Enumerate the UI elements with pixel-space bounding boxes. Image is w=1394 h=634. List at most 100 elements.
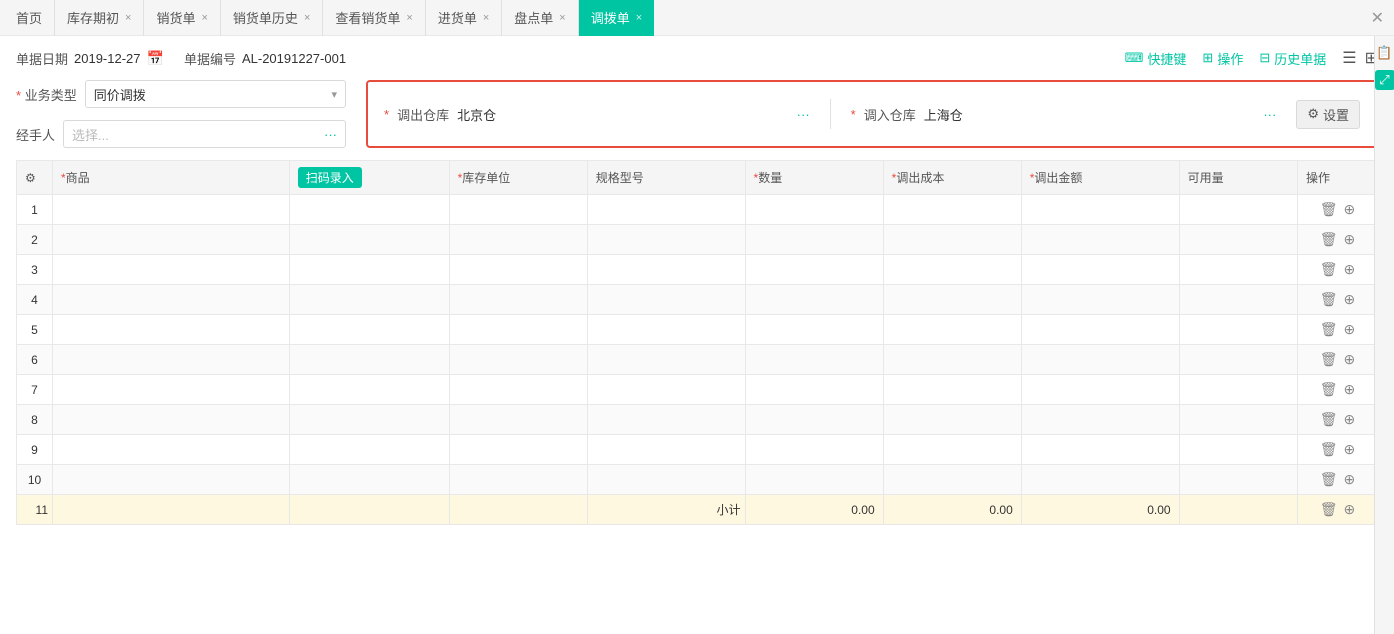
operation-btn[interactable]: ⊞ 操作: [1202, 49, 1243, 68]
delete-icon[interactable]: 🗑: [1320, 501, 1338, 518]
close-sales-history[interactable]: ×: [304, 12, 310, 24]
row-unit[interactable]: [449, 255, 587, 285]
copy-icon[interactable]: ⊕: [1344, 441, 1356, 458]
row-spec[interactable]: [587, 435, 745, 465]
calendar-icon[interactable]: 📅: [147, 50, 164, 67]
delete-icon[interactable]: 🗑: [1320, 321, 1338, 338]
row-spec[interactable]: [587, 315, 745, 345]
row-cost[interactable]: [883, 435, 1021, 465]
tab-inventory-check[interactable]: 盘点单 ×: [502, 0, 578, 36]
row-amount[interactable]: [1021, 345, 1179, 375]
row-product[interactable]: [53, 195, 290, 225]
row-amount[interactable]: [1021, 315, 1179, 345]
copy-icon[interactable]: ⊕: [1344, 351, 1356, 368]
row-spec[interactable]: [587, 225, 745, 255]
copy-icon[interactable]: ⊕: [1344, 261, 1356, 278]
row-product[interactable]: [53, 375, 290, 405]
row-amount[interactable]: [1021, 255, 1179, 285]
close-inventory-init[interactable]: ×: [125, 12, 131, 24]
tab-sales-order[interactable]: 销货单 ×: [144, 0, 220, 36]
settings-button[interactable]: ⚙ 设置: [1296, 100, 1360, 129]
close-transfer[interactable]: ×: [636, 12, 642, 24]
business-type-select[interactable]: 同价调拨 ▾: [85, 80, 346, 108]
row-spec[interactable]: [587, 465, 745, 495]
window-close-button[interactable]: ✕: [1371, 8, 1384, 28]
copy-icon[interactable]: ⊕: [1344, 411, 1356, 428]
delete-icon[interactable]: 🗑: [1320, 231, 1338, 248]
warehouse-out-more[interactable]: ···: [797, 107, 810, 122]
row-quantity[interactable]: [745, 315, 883, 345]
row-quantity[interactable]: [745, 195, 883, 225]
row-product[interactable]: [53, 255, 290, 285]
copy-icon[interactable]: ⊕: [1344, 381, 1356, 398]
row-cost[interactable]: [883, 375, 1021, 405]
copy-icon[interactable]: ⊕: [1344, 471, 1356, 488]
row-cost[interactable]: [883, 465, 1021, 495]
tab-sales-history[interactable]: 销货单历史 ×: [221, 0, 323, 36]
col-gear[interactable]: ⚙: [17, 161, 53, 195]
row-unit[interactable]: [449, 195, 587, 225]
row-quantity[interactable]: [745, 435, 883, 465]
row-spec[interactable]: [587, 255, 745, 285]
row-amount[interactable]: [1021, 375, 1179, 405]
sidebar-note-icon[interactable]: 📋: [1376, 44, 1394, 62]
close-sales-order[interactable]: ×: [201, 12, 207, 24]
row-cost[interactable]: [883, 315, 1021, 345]
handler-select[interactable]: 选择... ···: [63, 120, 346, 148]
row-cost[interactable]: [883, 255, 1021, 285]
row-quantity[interactable]: [745, 465, 883, 495]
row-unit[interactable]: [449, 315, 587, 345]
row-spec[interactable]: [587, 195, 745, 225]
copy-icon[interactable]: ⊕: [1344, 291, 1356, 308]
copy-icon[interactable]: ⊕: [1344, 231, 1356, 248]
row-unit[interactable]: [449, 225, 587, 255]
row-amount[interactable]: [1021, 405, 1179, 435]
row-unit[interactable]: [449, 285, 587, 315]
close-purchase[interactable]: ×: [483, 12, 489, 24]
delete-icon[interactable]: 🗑: [1320, 381, 1338, 398]
delete-icon[interactable]: 🗑: [1320, 351, 1338, 368]
row-quantity[interactable]: [745, 405, 883, 435]
tab-purchase[interactable]: 进货单 ×: [426, 0, 502, 36]
close-check-sales[interactable]: ×: [406, 12, 412, 24]
scan-input-button[interactable]: 扫码录入: [298, 167, 362, 188]
row-amount[interactable]: [1021, 285, 1179, 315]
row-quantity[interactable]: [745, 375, 883, 405]
list-view-icon[interactable]: ☰: [1342, 48, 1356, 68]
row-quantity[interactable]: [745, 285, 883, 315]
row-product[interactable]: [53, 225, 290, 255]
row-spec[interactable]: [587, 285, 745, 315]
delete-icon[interactable]: 🗑: [1320, 291, 1338, 308]
row-quantity[interactable]: [745, 255, 883, 285]
row-cost[interactable]: [883, 225, 1021, 255]
tab-transfer[interactable]: 调拨单 ×: [579, 0, 654, 36]
warehouse-in-more[interactable]: ···: [1263, 107, 1276, 122]
copy-icon[interactable]: ⊕: [1344, 501, 1356, 518]
tab-inventory-init[interactable]: 库存期初 ×: [55, 0, 144, 36]
row-cost[interactable]: [883, 285, 1021, 315]
delete-icon[interactable]: 🗑: [1320, 471, 1338, 488]
row-cost[interactable]: [883, 195, 1021, 225]
row-unit[interactable]: [449, 375, 587, 405]
row-amount[interactable]: [1021, 195, 1179, 225]
row-cost[interactable]: [883, 345, 1021, 375]
row-product[interactable]: [53, 435, 290, 465]
delete-icon[interactable]: 🗑: [1320, 441, 1338, 458]
close-inventory-check[interactable]: ×: [559, 12, 565, 24]
row-cost[interactable]: [883, 405, 1021, 435]
shortcut-btn[interactable]: ⌨ 快捷键: [1125, 49, 1187, 68]
sidebar-expand-icon[interactable]: ⤢: [1375, 70, 1394, 90]
tab-home[interactable]: 首页: [8, 0, 55, 36]
row-product[interactable]: [53, 285, 290, 315]
row-quantity[interactable]: [745, 225, 883, 255]
row-amount[interactable]: [1021, 435, 1179, 465]
tab-check-sales[interactable]: 查看销货单 ×: [323, 0, 425, 36]
row-product[interactable]: [53, 345, 290, 375]
row-unit[interactable]: [449, 435, 587, 465]
row-unit[interactable]: [449, 465, 587, 495]
row-spec[interactable]: [587, 375, 745, 405]
row-spec[interactable]: [587, 405, 745, 435]
delete-icon[interactable]: 🗑: [1320, 261, 1338, 278]
copy-icon[interactable]: ⊕: [1344, 321, 1356, 338]
row-product[interactable]: [53, 405, 290, 435]
